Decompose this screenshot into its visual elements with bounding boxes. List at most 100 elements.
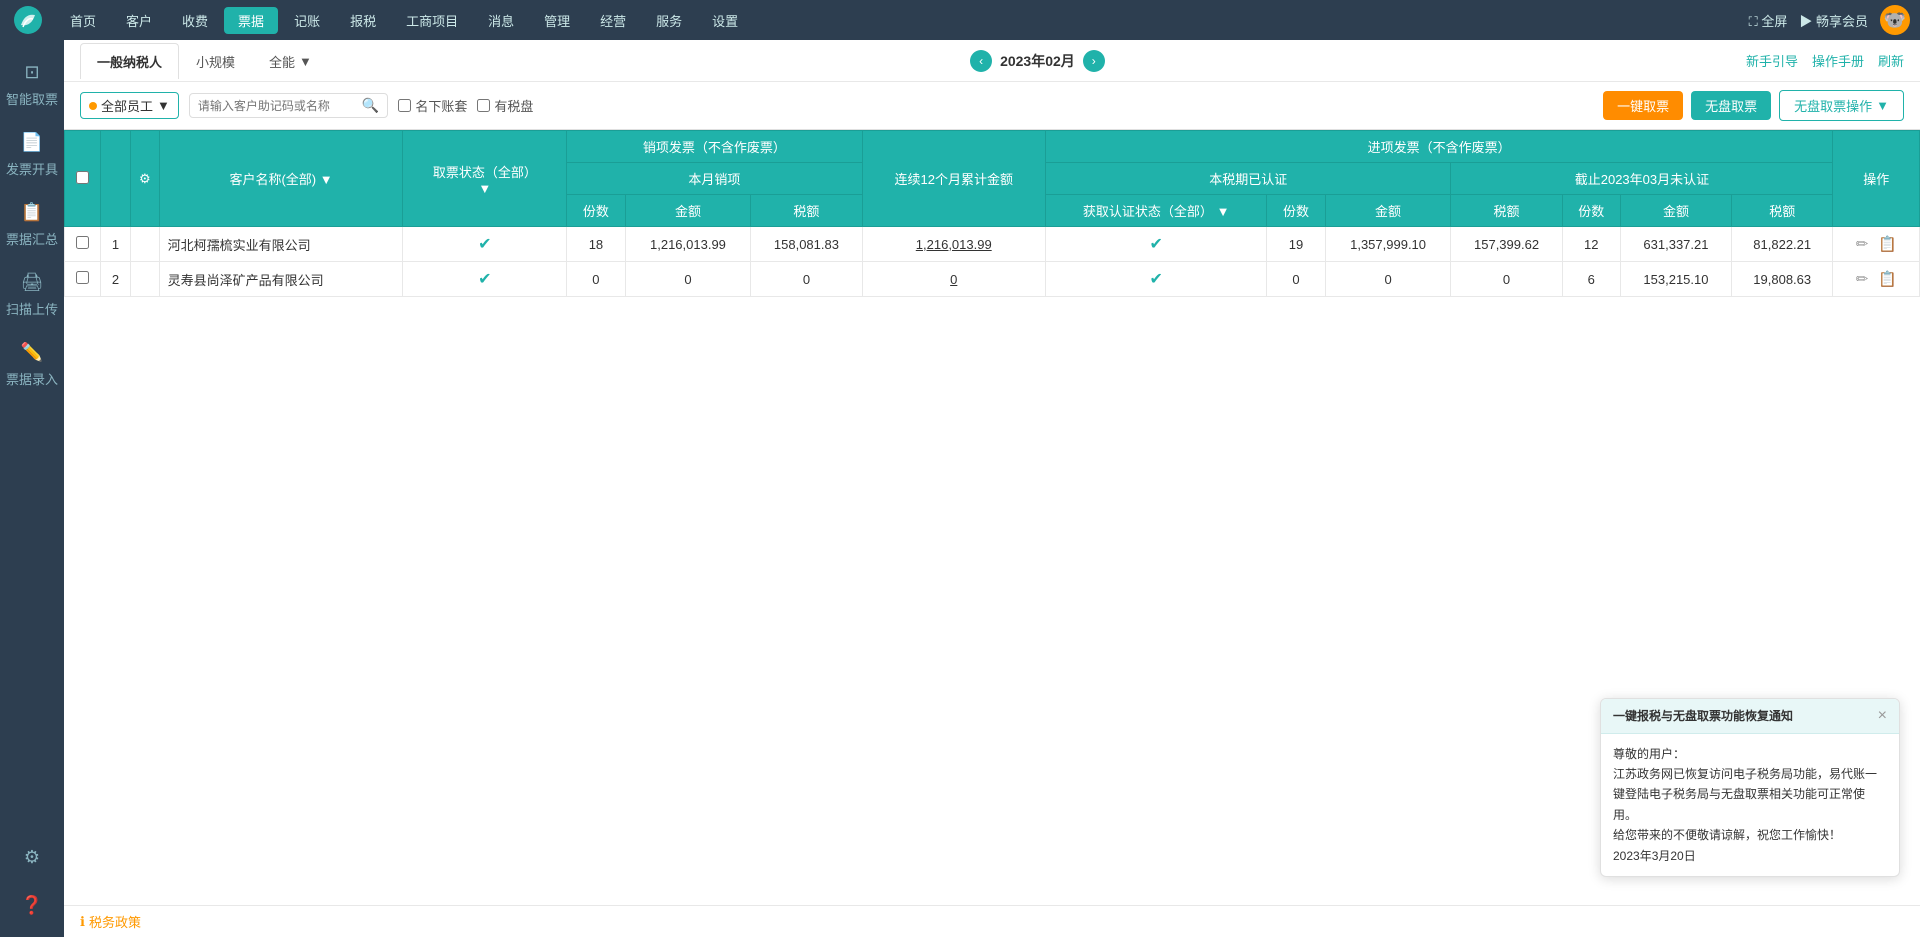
row2-month-amount: 0 bbox=[625, 262, 751, 297]
nav-home[interactable]: 首页 bbox=[56, 7, 110, 34]
popup-header: 一键报税与无盘取票功能恢复通知 × bbox=[1601, 699, 1899, 734]
sidebar-item-scan-upload[interactable]: 🖨 扫描上传 bbox=[0, 260, 64, 326]
nav-service[interactable]: 服务 bbox=[642, 7, 696, 34]
user-avatar[interactable]: 🐨 bbox=[1880, 5, 1910, 35]
row1-unrecog-count: 12 bbox=[1562, 227, 1620, 262]
col-checkbox-header bbox=[65, 131, 101, 227]
col-purch-count-header: 份数 bbox=[1267, 195, 1325, 227]
tab-all-capable[interactable]: 全能 ▼ bbox=[252, 43, 329, 79]
member-btn[interactable]: ▶ 畅享会员 bbox=[1799, 11, 1868, 30]
sidebar-item-invoice-summary[interactable]: 📋 票据汇总 bbox=[0, 190, 64, 256]
sidebar-item-invoice-issue[interactable]: 📄 发票开具 bbox=[0, 120, 64, 186]
sidebar-item-smart-ticket[interactable]: ⊡ 智能取票 bbox=[0, 50, 64, 116]
col-unrecog-tax-header: 税额 bbox=[1732, 195, 1833, 227]
help-icon: ❓ bbox=[18, 891, 46, 919]
row2-cumulative[interactable]: 0 bbox=[862, 262, 1045, 297]
table-row: 2 灵寿县尚泽矿产品有限公司 ✔ 0 0 0 0 ✔ 0 0 0 6 153,2… bbox=[65, 262, 1920, 297]
no-disk-btn[interactable]: 无盘取票 bbox=[1691, 91, 1771, 120]
tab-small-scale[interactable]: 小规模 bbox=[179, 43, 252, 79]
nav-customer[interactable]: 客户 bbox=[112, 7, 166, 34]
nav-manage[interactable]: 管理 bbox=[530, 7, 584, 34]
row2-unrecog-amount: 153,215.10 bbox=[1620, 262, 1731, 297]
row1-checkbox[interactable] bbox=[65, 227, 101, 262]
tax-policy-link[interactable]: ℹ 税务政策 bbox=[80, 912, 141, 931]
row2-month-tax: 0 bbox=[751, 262, 862, 297]
period-next-btn[interactable]: › bbox=[1083, 50, 1105, 72]
notification-popup: 一键报税与无盘取票功能恢复通知 × 尊敬的用户： 江苏政务网已恢复访问电子税务局… bbox=[1600, 698, 1900, 877]
nav-message[interactable]: 消息 bbox=[474, 7, 528, 34]
period-prev-btn[interactable]: ‹ bbox=[970, 50, 992, 72]
nav-right-actions: ⛶ 全屏 ▶ 畅享会员 🐨 bbox=[1749, 5, 1910, 35]
sidebar-bottom: ⚙ ❓ bbox=[0, 835, 64, 937]
row2-no: 2 bbox=[101, 262, 131, 297]
row1-cumulative[interactable]: 1,216,013.99 bbox=[862, 227, 1045, 262]
table-row: 1 河北柯孺梳实业有限公司 ✔ 18 1,216,013.99 158,081.… bbox=[65, 227, 1920, 262]
sidebar-item-settings[interactable]: ⚙ bbox=[0, 835, 64, 879]
checkbox-taxdisk-label[interactable]: 有税盘 bbox=[477, 96, 533, 115]
nav-invoice[interactable]: 票据 bbox=[224, 7, 278, 34]
row2-unrecog-count: 6 bbox=[1562, 262, 1620, 297]
nav-fee[interactable]: 收费 bbox=[168, 7, 222, 34]
manual-link[interactable]: 操作手册 bbox=[1812, 51, 1864, 70]
nav-settings[interactable]: 设置 bbox=[698, 7, 752, 34]
new-guide-link[interactable]: 新手引导 bbox=[1746, 51, 1798, 70]
popup-close-btn[interactable]: × bbox=[1878, 707, 1887, 725]
row1-customer: 河北柯孺梳实业有限公司 bbox=[159, 227, 403, 262]
checkbox-account-label[interactable]: 名下账套 bbox=[398, 96, 467, 115]
col-unrecog-header: 截止2023年03月未认证 bbox=[1451, 163, 1833, 195]
row2-period-count: 0 bbox=[1267, 262, 1325, 297]
search-input[interactable] bbox=[198, 99, 358, 113]
nav-operation[interactable]: 经营 bbox=[586, 7, 640, 34]
col-customer-header[interactable]: 客户名称(全部) ▼ bbox=[159, 131, 403, 227]
row2-checkbox[interactable] bbox=[65, 262, 101, 297]
col-sales-invoice-header: 销项发票（不含作废票） bbox=[567, 131, 862, 163]
checkbox-account[interactable] bbox=[398, 99, 411, 112]
popup-body: 尊敬的用户： 江苏政务网已恢复访问电子税务局功能，易代账一键登陆电子税务局与无盘… bbox=[1601, 734, 1899, 876]
scan-upload-icon: 🖨 bbox=[18, 268, 46, 296]
nav-tax[interactable]: 报税 bbox=[336, 7, 390, 34]
sidebar-item-help[interactable]: ❓ bbox=[0, 883, 64, 927]
row2-cert-status: ✔ bbox=[1045, 262, 1266, 297]
tax-policy-icon: ℹ bbox=[80, 914, 85, 930]
period-label: 2023年02月 bbox=[1000, 51, 1075, 71]
row2-detail-btn[interactable]: 📋 bbox=[1878, 271, 1897, 288]
row1-no: 1 bbox=[101, 227, 131, 262]
period-navigator: ‹ 2023年02月 › bbox=[970, 50, 1105, 72]
employee-label: 全部员工 bbox=[101, 96, 153, 115]
row1-ops: ✏ 📋 bbox=[1833, 227, 1920, 262]
row1-edit-btn[interactable]: ✏ bbox=[1856, 236, 1869, 253]
checkbox-taxdisk[interactable] bbox=[477, 99, 490, 112]
row2-period-amount: 0 bbox=[1325, 262, 1451, 297]
col-sales-amount-header: 金额 bbox=[625, 195, 751, 227]
nav-bookkeeping[interactable]: 记账 bbox=[280, 7, 334, 34]
col-status-header[interactable]: 取票状态（全部） ▼ bbox=[403, 131, 567, 227]
invoice-issue-icon: 📄 bbox=[18, 128, 46, 156]
no-disk-ops-dropdown-icon: ▼ bbox=[1876, 98, 1889, 113]
col-current-month-sales-header: 本月销项 bbox=[567, 163, 862, 195]
col-purchase-invoice-header: 进项发票（不含作废票） bbox=[1045, 131, 1832, 163]
sidebar-item-ticket-entry[interactable]: ✏️ 票据录入 bbox=[0, 330, 64, 396]
refresh-link[interactable]: 刷新 bbox=[1878, 51, 1904, 70]
row1-month-amount: 1,216,013.99 bbox=[625, 227, 751, 262]
row1-detail-btn[interactable]: 📋 bbox=[1878, 236, 1897, 253]
row2-period-tax: 0 bbox=[1451, 262, 1562, 297]
action-bar-right: 一键取票 无盘取票 无盘取票操作 ▼ bbox=[1603, 90, 1904, 121]
row2-config bbox=[131, 262, 160, 297]
no-disk-ops-btn[interactable]: 无盘取票操作 ▼ bbox=[1779, 90, 1904, 121]
tab-general-taxpayer[interactable]: 一般纳税人 bbox=[80, 43, 179, 79]
row2-unrecog-tax: 19,808.63 bbox=[1732, 262, 1833, 297]
col-cert-status-header[interactable]: 获取认证状态（全部） ▼ bbox=[1045, 195, 1266, 227]
nav-business[interactable]: 工商项目 bbox=[392, 7, 472, 34]
select-all-checkbox[interactable] bbox=[76, 171, 89, 184]
search-btn[interactable]: 🔍 bbox=[362, 97, 379, 114]
col-cumulative-header: 连续12个月累计金额 bbox=[862, 131, 1045, 227]
search-box: 🔍 bbox=[189, 93, 388, 118]
invoice-summary-icon: 📋 bbox=[18, 198, 46, 226]
row1-unrecog-amount: 631,337.21 bbox=[1620, 227, 1731, 262]
employee-select[interactable]: 全部员工 ▼ bbox=[80, 92, 179, 119]
fullscreen-btn[interactable]: ⛶ 全屏 bbox=[1749, 11, 1788, 30]
one-click-btn[interactable]: 一键取票 bbox=[1603, 91, 1683, 120]
popup-body-text: 尊敬的用户： 江苏政务网已恢复访问电子税务局功能，易代账一键登陆电子税务局与无盘… bbox=[1613, 744, 1887, 866]
app-logo bbox=[10, 2, 46, 38]
row2-edit-btn[interactable]: ✏ bbox=[1856, 271, 1869, 288]
